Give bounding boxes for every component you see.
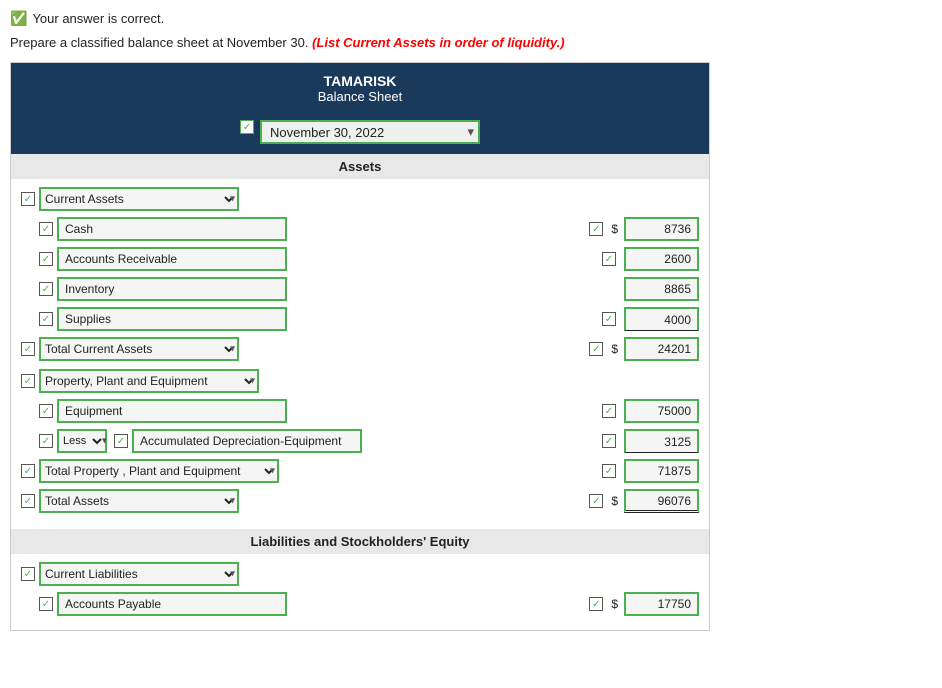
cash-dollar: $ bbox=[611, 222, 618, 236]
current-assets-select[interactable]: Current Assets bbox=[39, 187, 239, 211]
total-current-assets-select[interactable]: Total Current Assets bbox=[39, 337, 239, 361]
bs-body: Current Assets $ bbox=[11, 179, 709, 527]
tppe-checkbox-2[interactable] bbox=[602, 464, 616, 478]
tppe-checkbox[interactable] bbox=[21, 464, 35, 478]
current-assets-row: Current Assets bbox=[21, 187, 699, 211]
ppe-row: Property, Plant and Equipment bbox=[21, 369, 699, 393]
total-current-assets-row: Total Current Assets $ bbox=[21, 337, 699, 361]
cash-checkbox[interactable] bbox=[39, 222, 53, 236]
ap-value-input[interactable] bbox=[624, 592, 699, 616]
ar-checkbox[interactable] bbox=[39, 252, 53, 266]
current-assets-checkbox[interactable] bbox=[21, 192, 35, 206]
total-assets-row: Total Assets $ bbox=[21, 489, 699, 513]
tppe-value-input[interactable] bbox=[624, 459, 699, 483]
balance-sheet-container: TAMARISK Balance Sheet November 30, 2022… bbox=[10, 62, 710, 631]
total-assets-select[interactable]: Total Assets bbox=[39, 489, 239, 513]
tca-checkbox[interactable] bbox=[21, 342, 35, 356]
ta-dollar: $ bbox=[611, 494, 618, 508]
accum-dep-value-input[interactable] bbox=[624, 429, 699, 453]
inventory-checkbox[interactable] bbox=[39, 282, 53, 296]
ar-value-input[interactable] bbox=[624, 247, 699, 271]
tca-value-input[interactable] bbox=[624, 337, 699, 361]
supplies-row bbox=[39, 307, 699, 331]
supplies-label-input[interactable] bbox=[57, 307, 287, 331]
check-icon: ✅ bbox=[10, 10, 27, 27]
cash-value-input[interactable] bbox=[624, 217, 699, 241]
cash-label-input[interactable] bbox=[57, 217, 287, 241]
date-select[interactable]: November 30, 2022 bbox=[260, 120, 480, 144]
cash-checkbox-2[interactable] bbox=[589, 222, 603, 236]
total-ppe-select[interactable]: Total Property , Plant and Equipment bbox=[39, 459, 279, 483]
ta-value-input[interactable] bbox=[624, 489, 699, 513]
ar-checkbox-2[interactable] bbox=[602, 252, 616, 266]
cash-row: $ bbox=[39, 217, 699, 241]
correct-text: Your answer is correct. bbox=[32, 11, 164, 26]
equipment-row bbox=[39, 399, 699, 423]
ad-checkbox-2[interactable] bbox=[602, 434, 616, 448]
cl-checkbox[interactable] bbox=[21, 567, 35, 581]
liabilities-section-header: Liabilities and Stockholders' Equity bbox=[11, 529, 709, 554]
less-row: Less bbox=[39, 429, 699, 453]
inventory-value-input[interactable] bbox=[624, 277, 699, 301]
supplies-checkbox[interactable] bbox=[39, 312, 53, 326]
sheet-title: Balance Sheet bbox=[21, 89, 699, 104]
equipment-value-input[interactable] bbox=[624, 399, 699, 423]
date-row: November 30, 2022 bbox=[11, 114, 709, 154]
equipment-checkbox-2[interactable] bbox=[602, 404, 616, 418]
tca-checkbox-2[interactable] bbox=[589, 342, 603, 356]
supplies-value-input[interactable] bbox=[624, 307, 699, 331]
correct-message-row: ✅ Your answer is correct. bbox=[10, 10, 932, 27]
equipment-label-input[interactable] bbox=[57, 399, 287, 423]
less-select[interactable]: Less bbox=[57, 429, 107, 453]
inventory-row bbox=[39, 277, 699, 301]
instruction-row: Prepare a classified balance sheet at No… bbox=[10, 35, 932, 50]
ta-checkbox[interactable] bbox=[21, 494, 35, 508]
instruction-prefix: Prepare a classified balance sheet at No… bbox=[10, 35, 308, 50]
total-ppe-row: Total Property , Plant and Equipment bbox=[21, 459, 699, 483]
accounts-receivable-row bbox=[39, 247, 699, 271]
ap-checkbox-2[interactable] bbox=[589, 597, 603, 611]
equipment-checkbox[interactable] bbox=[39, 404, 53, 418]
less-inner-checkbox[interactable] bbox=[114, 434, 128, 448]
bs-header: TAMARISK Balance Sheet bbox=[11, 63, 709, 114]
date-checkbox[interactable] bbox=[240, 120, 254, 134]
ar-label-input[interactable] bbox=[57, 247, 287, 271]
current-liabilities-row: Current Liabilities bbox=[21, 562, 699, 586]
ppe-checkbox[interactable] bbox=[21, 374, 35, 388]
company-name: TAMARISK bbox=[21, 73, 699, 89]
tca-dollar: $ bbox=[611, 342, 618, 356]
ap-dollar: $ bbox=[611, 597, 618, 611]
liabilities-body: Current Liabilities $ bbox=[11, 554, 709, 630]
supplies-checkbox-2[interactable] bbox=[602, 312, 616, 326]
ap-checkbox[interactable] bbox=[39, 597, 53, 611]
ta-checkbox-2[interactable] bbox=[589, 494, 603, 508]
instruction-highlight: (List Current Assets in order of liquidi… bbox=[312, 35, 565, 50]
inventory-label-input[interactable] bbox=[57, 277, 287, 301]
current-liabilities-select[interactable]: Current Liabilities bbox=[39, 562, 239, 586]
date-select-wrapper: November 30, 2022 bbox=[260, 120, 480, 144]
accounts-payable-row: $ bbox=[39, 592, 699, 616]
less-checkbox[interactable] bbox=[39, 434, 53, 448]
assets-section-header: Assets bbox=[11, 154, 709, 179]
ppe-select[interactable]: Property, Plant and Equipment bbox=[39, 369, 259, 393]
ap-label-input[interactable] bbox=[57, 592, 287, 616]
accum-dep-label-input[interactable] bbox=[132, 429, 362, 453]
